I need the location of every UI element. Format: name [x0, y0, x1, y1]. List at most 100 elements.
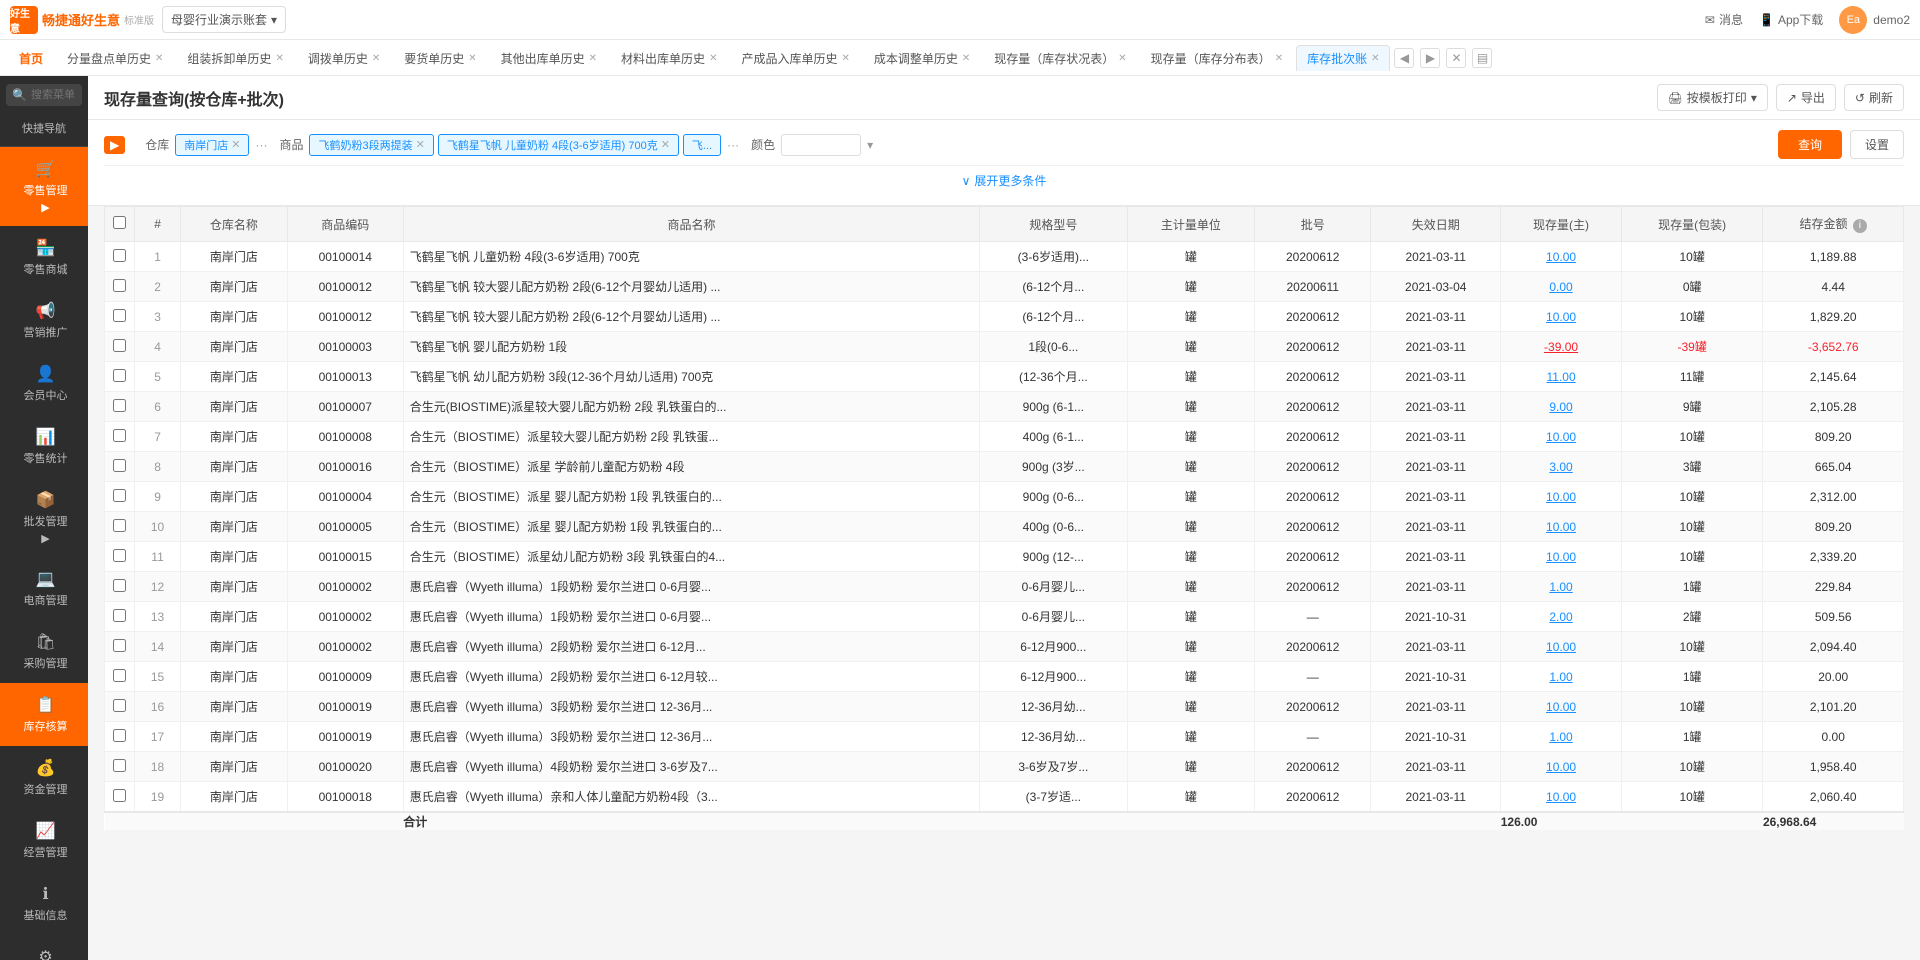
row-qty[interactable]: 10.00	[1501, 692, 1622, 722]
sidebar-item-finance[interactable]: 💰 资金管理	[0, 746, 88, 809]
sidebar-item-retail-mgmt[interactable]: 🛒 零售管理 ▶	[0, 147, 88, 226]
sidebar-item-member[interactable]: 👤 会员中心	[0, 352, 88, 415]
nav-close-all[interactable]: ✕	[1446, 48, 1466, 68]
sidebar-item-business[interactable]: 📈 经营管理	[0, 809, 88, 872]
warehouse-tag-del[interactable]: ✕	[231, 138, 240, 151]
close-icon[interactable]: ✕	[1275, 53, 1283, 64]
close-icon[interactable]: ✕	[468, 53, 476, 64]
nav-prev-arrow[interactable]: ◀	[1394, 48, 1414, 68]
row-checkbox-cell[interactable]	[105, 422, 135, 452]
search-wrap[interactable]: 🔍	[6, 84, 82, 106]
row-checkbox-cell[interactable]	[105, 632, 135, 662]
row-checkbox[interactable]	[113, 729, 126, 742]
tab-fenliangpandian[interactable]: 分量盘点单历史 ✕	[56, 45, 174, 71]
row-qty[interactable]: 0.00	[1501, 272, 1622, 302]
row-checkbox-cell[interactable]	[105, 602, 135, 632]
message-btn[interactable]: ✉ 消息	[1705, 11, 1743, 28]
nav-menu[interactable]: ▤	[1472, 48, 1492, 68]
tab-diaobodanji[interactable]: 调拨单历史 ✕	[297, 45, 391, 71]
color-input[interactable]	[781, 134, 861, 156]
row-qty[interactable]: 10.00	[1501, 632, 1622, 662]
nav-next-arrow[interactable]: ▶	[1420, 48, 1440, 68]
row-qty[interactable]: 9.00	[1501, 392, 1622, 422]
product-tag-1[interactable]: 飞鹤奶粉3段两提装 ✕	[309, 134, 433, 156]
row-checkbox-cell[interactable]	[105, 782, 135, 813]
row-checkbox[interactable]	[113, 549, 126, 562]
close-icon[interactable]: ✕	[1118, 53, 1126, 64]
row-qty[interactable]: 2.00	[1501, 602, 1622, 632]
tab-xiancunliang2[interactable]: 现存量（库存分布表） ✕	[1140, 45, 1294, 71]
row-qty[interactable]: 1.00	[1501, 722, 1622, 752]
export-btn[interactable]: ↗ 导出	[1776, 84, 1836, 111]
tab-chenbenzhengdan[interactable]: 成本调整单历史 ✕	[863, 45, 981, 71]
row-checkbox[interactable]	[113, 459, 126, 472]
close-icon[interactable]: ✕	[275, 53, 283, 64]
row-checkbox[interactable]	[113, 489, 126, 502]
row-checkbox[interactable]	[113, 399, 126, 412]
row-checkbox[interactable]	[113, 279, 126, 292]
row-checkbox[interactable]	[113, 639, 126, 652]
row-qty[interactable]: 1.00	[1501, 572, 1622, 602]
row-qty[interactable]: 10.00	[1501, 302, 1622, 332]
row-checkbox[interactable]	[113, 249, 126, 262]
row-checkbox[interactable]	[113, 369, 126, 382]
row-checkbox-cell[interactable]	[105, 752, 135, 782]
row-checkbox-cell[interactable]	[105, 272, 135, 302]
sidebar-item-ecommerce[interactable]: 💻 电商管理	[0, 557, 88, 620]
sidebar-item-wholesale[interactable]: 📦 批发管理 ▶	[0, 478, 88, 557]
row-checkbox[interactable]	[113, 339, 126, 352]
close-icon[interactable]: ✕	[1371, 53, 1379, 64]
close-icon[interactable]: ✕	[841, 53, 849, 64]
row-checkbox-cell[interactable]	[105, 722, 135, 752]
row-qty[interactable]: 10.00	[1501, 512, 1622, 542]
row-qty[interactable]: 10.00	[1501, 242, 1622, 272]
row-checkbox-cell[interactable]	[105, 692, 135, 722]
row-qty[interactable]: 3.00	[1501, 452, 1622, 482]
row-qty[interactable]: 11.00	[1501, 362, 1622, 392]
tab-home[interactable]: 首页	[8, 45, 54, 71]
row-checkbox-cell[interactable]	[105, 542, 135, 572]
expand-more-btn[interactable]: ∨ 展开更多条件	[104, 165, 1904, 195]
row-qty[interactable]: 10.00	[1501, 422, 1622, 452]
product-tag-3[interactable]: 飞...	[683, 134, 721, 156]
sidebar-item-sys-mgmt[interactable]: ⚙ 系统管理	[0, 935, 88, 960]
row-checkbox-cell[interactable]	[105, 332, 135, 362]
close-icon[interactable]: ✕	[962, 53, 970, 64]
close-icon[interactable]: ✕	[372, 53, 380, 64]
sidebar-item-retail-stats[interactable]: 📊 零售统计	[0, 415, 88, 478]
row-checkbox[interactable]	[113, 699, 126, 712]
row-checkbox-cell[interactable]	[105, 362, 135, 392]
row-qty[interactable]: 10.00	[1501, 782, 1622, 813]
tab-chanchengruku[interactable]: 产成品入库单历史 ✕	[730, 45, 860, 71]
setting-btn[interactable]: 设置	[1850, 130, 1904, 159]
product-more[interactable]: ···	[727, 138, 739, 152]
row-checkbox[interactable]	[113, 669, 126, 682]
row-qty[interactable]: -39.00	[1501, 332, 1622, 362]
close-icon[interactable]: ✕	[589, 53, 597, 64]
row-checkbox-cell[interactable]	[105, 392, 135, 422]
sidebar-item-basic-info[interactable]: ℹ 基础信息	[0, 872, 88, 935]
template-print-btn[interactable]: 🖨 按模板打印 ▾	[1657, 84, 1768, 111]
row-checkbox[interactable]	[113, 609, 126, 622]
row-checkbox[interactable]	[113, 759, 126, 772]
row-checkbox-cell[interactable]	[105, 482, 135, 512]
close-icon[interactable]: ✕	[155, 53, 163, 64]
row-checkbox[interactable]	[113, 579, 126, 592]
sidebar-item-inventory[interactable]: 📋 库存核算	[0, 683, 88, 746]
select-all-checkbox[interactable]	[113, 216, 126, 229]
color-dropdown-icon[interactable]: ▾	[867, 138, 873, 152]
close-icon[interactable]: ✕	[709, 53, 717, 64]
tab-xiancunliang1[interactable]: 现存量（库存状况表） ✕	[983, 45, 1137, 71]
row-checkbox[interactable]	[113, 429, 126, 442]
sidebar-item-retail-mall[interactable]: 🏪 零售商城	[0, 226, 88, 289]
tab-kucunpicicipici[interactable]: 库存批次账 ✕	[1296, 45, 1390, 71]
tab-cailiaochuku[interactable]: 材料出库单历史 ✕	[610, 45, 728, 71]
row-checkbox[interactable]	[113, 789, 126, 802]
sidebar-item-purchase[interactable]: 🛍 采购管理	[0, 620, 88, 683]
row-checkbox-cell[interactable]	[105, 302, 135, 332]
tab-yaohuodanji[interactable]: 要货单历史 ✕	[393, 45, 487, 71]
expand-filter-btn[interactable]: ▶	[104, 136, 125, 154]
row-checkbox-cell[interactable]	[105, 242, 135, 272]
product-tag-2[interactable]: 飞鹤星飞帆 儿童奶粉 4段(3-6岁适用) 700克 ✕	[438, 134, 679, 156]
row-checkbox[interactable]	[113, 309, 126, 322]
